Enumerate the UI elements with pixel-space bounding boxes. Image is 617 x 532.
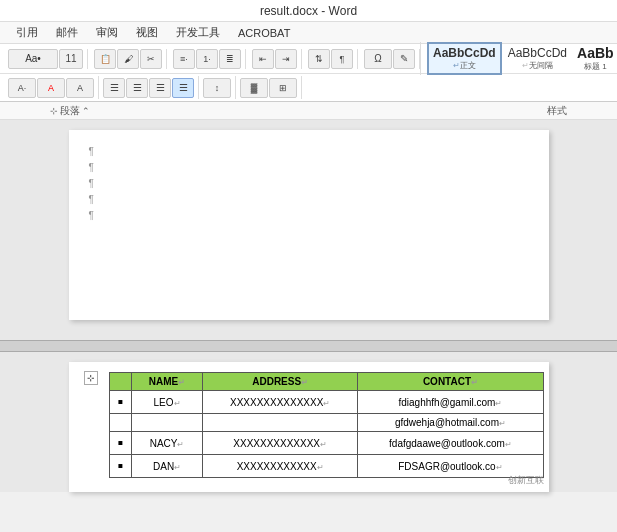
lower-document-area: ⊹ NAME↵ ADDRESS↵ CONTACT↵ [0,352,617,492]
menu-bar: 引用 邮件 审阅 视图 开发工具 ACROBAT [0,22,617,44]
font-section: Aa• 11 [4,49,88,69]
table-row3-name: NACY↵ [132,432,203,455]
list-section: ≡· 1· ≣ [169,49,246,69]
paragraph-section-label: 段落 [60,104,80,118]
multilevel-list-btn[interactable]: ≣ [219,49,241,69]
sort-btn[interactable]: ⇅ [308,49,330,69]
menu-developer[interactable]: 开发工具 [168,23,228,42]
paragraph-1: ¶ [89,145,529,161]
table-row: gfdwehja@hotmail.com↵ [109,414,543,432]
show-marks-btn[interactable]: ¶ [331,49,353,69]
table-row: ▪ LEO↵ XXXXXXXXXXXXXX↵ fdiaghhfh@gamil.c… [109,391,543,414]
data-table: NAME↵ ADDRESS↵ CONTACT↵ ▪ LE [109,372,544,478]
paste-btn[interactable]: 📋 [94,49,116,69]
align-section: ☰ ☰ ☰ ☰ [99,76,199,99]
align-right-btn[interactable]: ☰ [149,78,171,98]
styles-section-label: 样式 [547,104,567,118]
upper-document-area: ¶ ¶ ¶ ¶ ¶ [0,120,617,340]
special-char-btn[interactable]: Ω [364,49,392,69]
font-shade-btn[interactable]: A [66,78,94,98]
align-justify-btn[interactable]: ☰ [172,78,194,98]
table-row2-name [132,414,203,432]
paragraph-5: ¶ [89,209,529,225]
font-aa: Aa• [25,53,41,64]
style-no-spacing-label: ↵无间隔 [522,60,553,71]
menu-review[interactable]: 审阅 [88,23,126,42]
table-row1-address: XXXXXXXXXXXXXX↵ [202,391,357,414]
table-header-bullet-col [109,373,132,391]
table-container: ⊹ NAME↵ ADDRESS↵ CONTACT↵ [84,372,534,478]
menu-acrobat[interactable]: ACROBAT [230,25,298,41]
table-row1-contact: fdiaghhfh@gamil.com↵ [358,391,543,414]
style-heading1-text: AaBb [577,45,614,61]
menu-mail[interactable]: 邮件 [48,23,86,42]
align-left-btn[interactable]: ☰ [103,78,125,98]
increase-indent-btn[interactable]: ⇥ [275,49,297,69]
cut-btn[interactable]: ✂ [140,49,162,69]
page-separator [0,340,617,352]
ribbon-formatting-row1: Aa• 11 📋 🖌 ✂ ≡· 1· ≣ ⇤ ⇥ ⇅ ¶ [4,49,420,69]
font-size-val: 11 [65,53,76,64]
table-row4-address: XXXXXXXXXXXX↵ [202,455,357,478]
symbol-btn[interactable]: ✎ [393,49,415,69]
table-header-name: NAME↵ [132,373,203,391]
style-no-spacing[interactable]: AaBbCcDd ↵无间隔 [504,44,571,73]
style-normal[interactable]: AaBbCcDd ↵正文 [427,42,502,75]
border-btn[interactable]: ⊞ [269,78,297,98]
title-text: result.docx - Word [260,4,357,18]
table-row1-bullet: ▪ [109,391,132,414]
table-row2-address [202,414,357,432]
section-labels-row: ⊹ 段落 ⌃ 样式 [0,102,617,120]
highlight-btn[interactable]: A· [8,78,36,98]
paragraph-4: ¶ [89,193,529,209]
font-size-btn[interactable]: 11 [59,49,83,69]
table-row2-contact: gfdwehja@hotmail.com↵ [358,414,543,432]
font-color-section: A· A A [4,76,99,99]
table-row: ▪ NACY↵ XXXXXXXXXXXXX↵ fdafgdaawe@outloo… [109,432,543,455]
table-header-row: NAME↵ ADDRESS↵ CONTACT↵ [109,373,543,391]
align-center-btn[interactable]: ☰ [126,78,148,98]
table-row1-name: LEO↵ [132,391,203,414]
bullet-list-btn[interactable]: ≡· [173,49,195,69]
upper-doc-page: ¶ ¶ ¶ ¶ ¶ [69,130,549,320]
clipboard-section: 📋 🖌 ✂ [90,49,167,69]
table-row: ▪ DAN↵ XXXXXXXXXXXX↵ FDSAGR@outlook.co↵ [109,455,543,478]
expand-paragraph-icon[interactable]: ⊹ [50,106,58,116]
style-normal-label: ↵正文 [453,60,476,71]
table-header-address: ADDRESS↵ [202,373,357,391]
table-row3-address: XXXXXXXXXXXXX↵ [202,432,357,455]
style-heading1-label: 标题 1 [584,61,607,72]
menu-cite[interactable]: 引用 [8,23,46,42]
decrease-indent-btn[interactable]: ⇤ [252,49,274,69]
paragraph-2: ¶ [89,161,529,177]
font-color-btn[interactable]: A [37,78,65,98]
format-painter-btn[interactable]: 🖌 [117,49,139,69]
table-row3-contact: fdafgdaawe@outlook.com↵ [358,432,543,455]
table-header-contact: CONTACT↵ [358,373,543,391]
font-selector-btn[interactable]: Aa• [8,49,58,69]
number-list-btn[interactable]: 1· [196,49,218,69]
table-row4-name: DAN↵ [132,455,203,478]
lower-doc-page: ⊹ NAME↵ ADDRESS↵ CONTACT↵ [69,362,549,492]
misc-section: ⇅ ¶ [304,49,358,69]
spacing-section: ↕ [199,76,236,99]
style-normal-text: AaBbCcDd [433,46,496,60]
paragraph-expand-icon[interactable]: ⌃ [82,106,90,116]
table-move-handle[interactable]: ⊹ [84,371,98,385]
style-heading1[interactable]: AaBb 标题 1 [573,43,617,74]
ribbon-styles: AaBbCcDd ↵正文 AaBbCcDd ↵无间隔 AaBb 标题 1 AaB… [420,42,617,75]
shading-btn[interactable]: ▓ [240,78,268,98]
paragraph-3: ¶ [89,177,529,193]
table-row4-contact: FDSAGR@outlook.co↵ [358,455,543,478]
table-row2-bullet [109,414,132,432]
title-bar: result.docx - Word [0,0,617,22]
shading-section: ▓ ⊞ [236,76,302,99]
table-row4-bullet: ▪ [109,455,132,478]
table-row3-bullet: ▪ [109,432,132,455]
menu-view[interactable]: 视图 [128,23,166,42]
special-section: Ω ✎ [360,49,420,69]
line-spacing-btn[interactable]: ↕ [203,78,231,98]
style-no-spacing-text: AaBbCcDd [508,46,567,60]
indent-section: ⇤ ⇥ [248,49,302,69]
